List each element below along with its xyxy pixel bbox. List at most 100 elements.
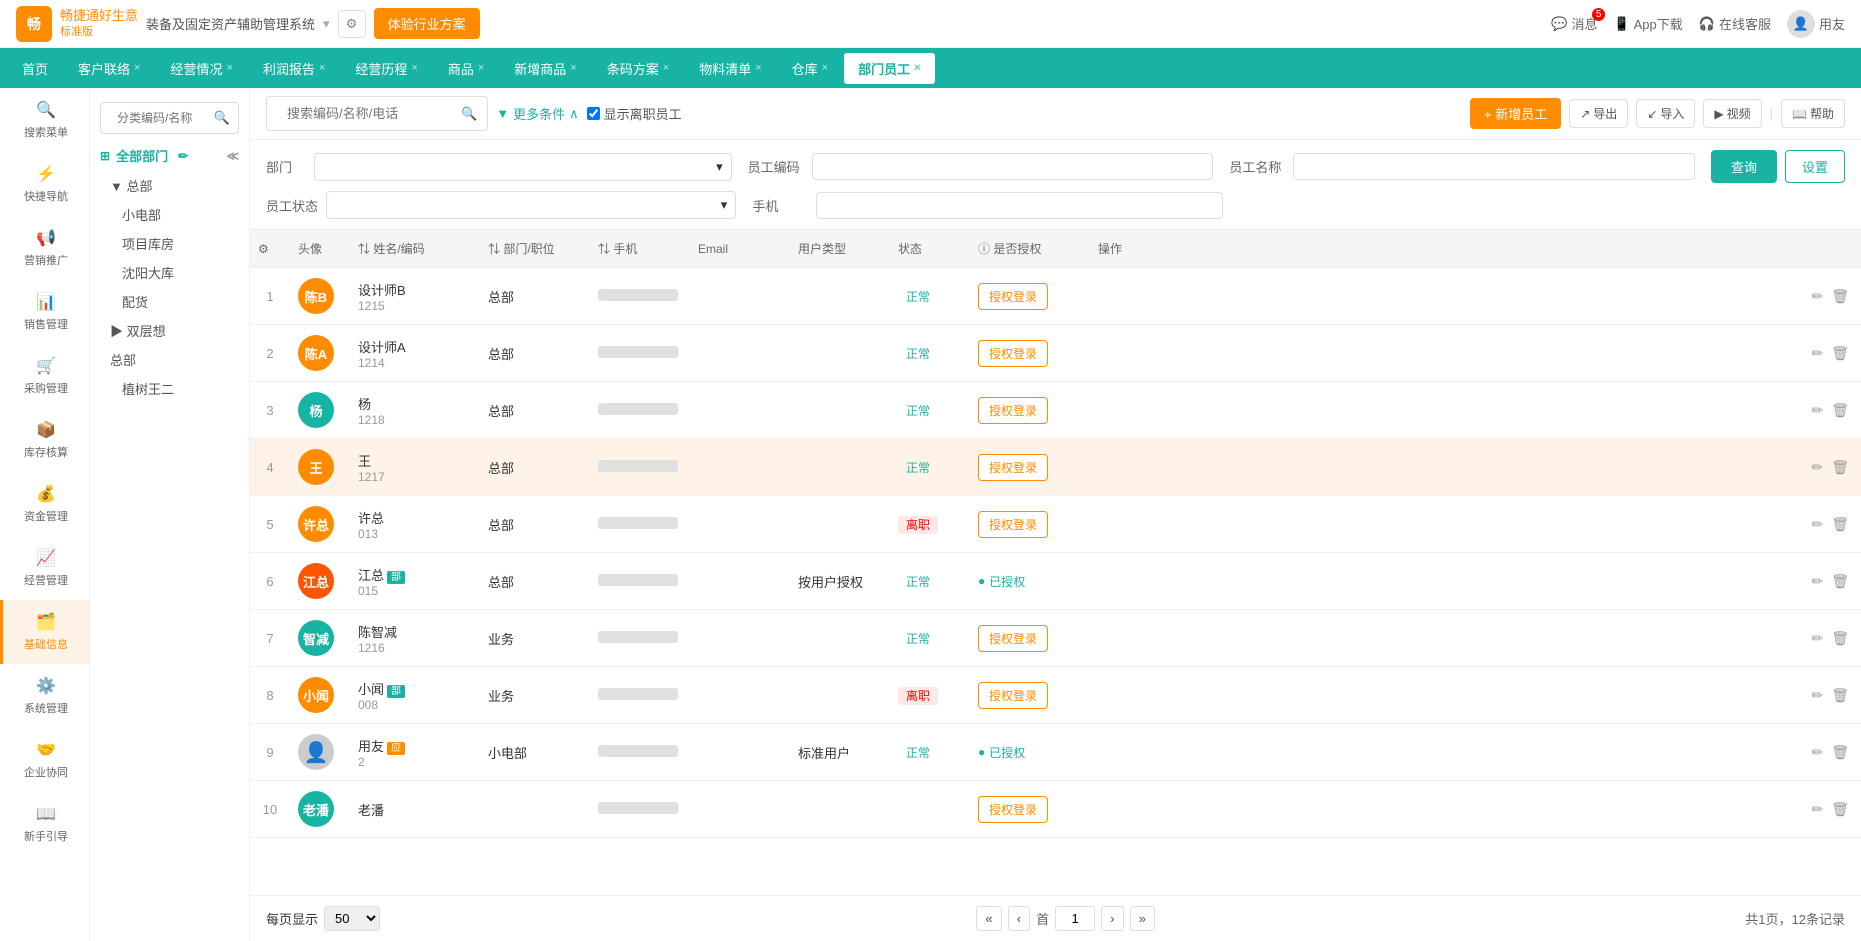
first-page-button[interactable]: « [976,906,1001,931]
delete-button[interactable]: 🗑 [1827,630,1853,647]
edit-button[interactable]: ✏ [1807,744,1827,761]
auth-login-button[interactable]: 授权登录 [978,625,1048,652]
edit-button[interactable]: ✏ [1807,402,1827,419]
tab-close-icon[interactable]: × [663,62,669,74]
dept-filter-select[interactable]: ▾ [314,153,732,181]
edit-button[interactable]: ✏ [1807,573,1827,590]
add-employee-button[interactable]: + 新增员工 [1470,98,1561,129]
tab-department-employee[interactable]: 部门员工 × [844,53,934,84]
dept-tree-child-peihuo[interactable]: 配货 [90,287,249,316]
tab-close-icon[interactable]: × [755,62,761,74]
edit-button[interactable]: ✏ [1807,801,1827,818]
dept-tree-child-shenyang[interactable]: 沈阳大库 [90,258,249,287]
dept-tree-child-xiangmuku[interactable]: 项目库房 [90,229,249,258]
edit-button[interactable]: ✏ [1807,345,1827,362]
nav-purchase[interactable]: 🛒 采购管理 [0,344,89,408]
edit-button[interactable]: ✏ [1807,288,1827,305]
show-resigned-checkbox[interactable] [587,107,600,120]
dept-tree-item-zongbu[interactable]: ▼ 总部 [90,171,249,200]
tab-new-goods[interactable]: 新增商品 × [500,53,590,84]
dept-search-icon[interactable]: 🔍 [214,110,230,126]
last-page-button[interactable]: » [1130,906,1155,931]
dept-tree-child-zhishu[interactable]: 植树王二 [90,374,249,403]
delete-button[interactable]: 🗑 [1827,573,1853,590]
nav-marketing[interactable]: 📢 营销推广 [0,216,89,280]
dept-all-button[interactable]: ⊞ 全部部门 ✏ ≪ [90,140,249,171]
export-button[interactable]: ↗ 导出 [1569,99,1628,128]
page-number-input[interactable] [1055,906,1095,931]
tab-close-icon[interactable]: × [822,62,828,74]
help-button[interactable]: 📖 帮助 [1781,99,1845,128]
emp-name-input[interactable] [1293,153,1695,180]
tab-close-icon[interactable]: × [570,62,576,74]
col-phone[interactable]: ⇅ 手机 [590,230,690,268]
auth-login-button[interactable]: 授权登录 [978,397,1048,424]
settings-icon[interactable]: ⚙ [338,10,366,38]
nav-collab[interactable]: 🤝 企业协同 [0,728,89,792]
user-area[interactable]: 👤 用友 [1787,10,1845,38]
auth-login-button[interactable]: 授权登录 [978,283,1048,310]
col-settings[interactable]: ⚙ [250,230,290,268]
app-download[interactable]: 📱 App下载 [1613,14,1682,33]
dept-edit-icon[interactable]: ✏ [178,149,188,163]
delete-button[interactable]: 🗑 [1827,801,1853,818]
query-button[interactable]: 查询 [1711,150,1777,183]
search-icon[interactable]: 🔍 [461,106,477,122]
col-name[interactable]: ⇅ 姓名/编码 [350,230,480,268]
tab-customer[interactable]: 客户联络 × [64,53,154,84]
tab-history[interactable]: 经营历程 × [341,53,431,84]
view-button[interactable]: ▶ 视频 [1703,99,1761,128]
emp-code-input[interactable] [812,153,1214,180]
emp-status-select[interactable]: ▾ [326,191,736,219]
dept-tree-item-shuangceng[interactable]: ▶ 双层想 [90,316,249,345]
next-page-button[interactable]: › [1101,906,1123,931]
tab-home[interactable]: 首页 [8,53,62,84]
dept-search-input[interactable] [109,107,214,129]
auth-login-button[interactable]: 授权登录 [978,796,1048,823]
tab-close-icon[interactable]: × [478,62,484,74]
tab-barcode[interactable]: 条码方案 × [593,53,683,84]
tab-bom[interactable]: 物料清单 × [685,53,775,84]
nav-inventory[interactable]: 📦 库存核算 [0,408,89,472]
dept-tree-child-xiaodibu[interactable]: 小电部 [90,200,249,229]
edit-button[interactable]: ✏ [1807,687,1827,704]
edit-button[interactable]: ✏ [1807,516,1827,533]
tab-close-icon[interactable]: × [319,62,325,74]
more-filter-button[interactable]: ▼ 更多条件 ∧ [496,104,578,123]
trial-button[interactable]: 体验行业方案 [374,8,480,39]
nav-operations[interactable]: 📈 经营管理 [0,536,89,600]
edit-button[interactable]: ✏ [1807,630,1827,647]
auth-login-button[interactable]: 授权登录 [978,511,1048,538]
tab-warehouse[interactable]: 仓库 × [778,53,842,84]
online-service[interactable]: 🎧 在线客服 [1699,14,1771,33]
dept-tree-item-zongbu2[interactable]: 总部 [90,345,249,374]
delete-button[interactable]: 🗑 [1827,516,1853,533]
show-resigned-label[interactable]: 显示离职员工 [587,104,682,123]
nav-system[interactable]: ⚙️ 系统管理 [0,664,89,728]
auth-login-button[interactable]: 授权登录 [978,340,1048,367]
delete-button[interactable]: 🗑 [1827,459,1853,476]
nav-search-menu[interactable]: 🔍 搜索菜单 [0,88,89,152]
edit-button[interactable]: ✏ [1807,459,1827,476]
tab-close-icon[interactable]: × [134,62,140,74]
tab-profit[interactable]: 利润报告 × [249,53,339,84]
tab-goods[interactable]: 商品 × [434,53,498,84]
delete-button[interactable]: 🗑 [1827,744,1853,761]
delete-button[interactable]: 🗑 [1827,687,1853,704]
tab-close-icon[interactable]: × [226,62,232,74]
message-area[interactable]: 💬 消息 5 [1551,14,1597,33]
setting-button[interactable]: 设置 [1785,150,1845,183]
nav-quick-nav[interactable]: ⚡ 快捷导航 [0,152,89,216]
tab-operation[interactable]: 经营情况 × [156,53,246,84]
auth-login-button[interactable]: 授权登录 [978,454,1048,481]
tab-close-icon[interactable]: × [411,62,417,74]
tab-close-icon[interactable]: × [914,62,920,74]
prev-page-button[interactable]: ‹ [1008,906,1030,931]
dropdown-arrow-icon[interactable]: ▾ [323,16,330,32]
search-input[interactable] [277,101,457,126]
col-dept[interactable]: ⇅ 部门/职位 [480,230,590,268]
delete-button[interactable]: 🗑 [1827,402,1853,419]
auth-login-button[interactable]: 授权登录 [978,682,1048,709]
nav-guide[interactable]: 📖 新手引导 [0,792,89,856]
per-page-select[interactable]: 50 100 200 [324,906,380,931]
